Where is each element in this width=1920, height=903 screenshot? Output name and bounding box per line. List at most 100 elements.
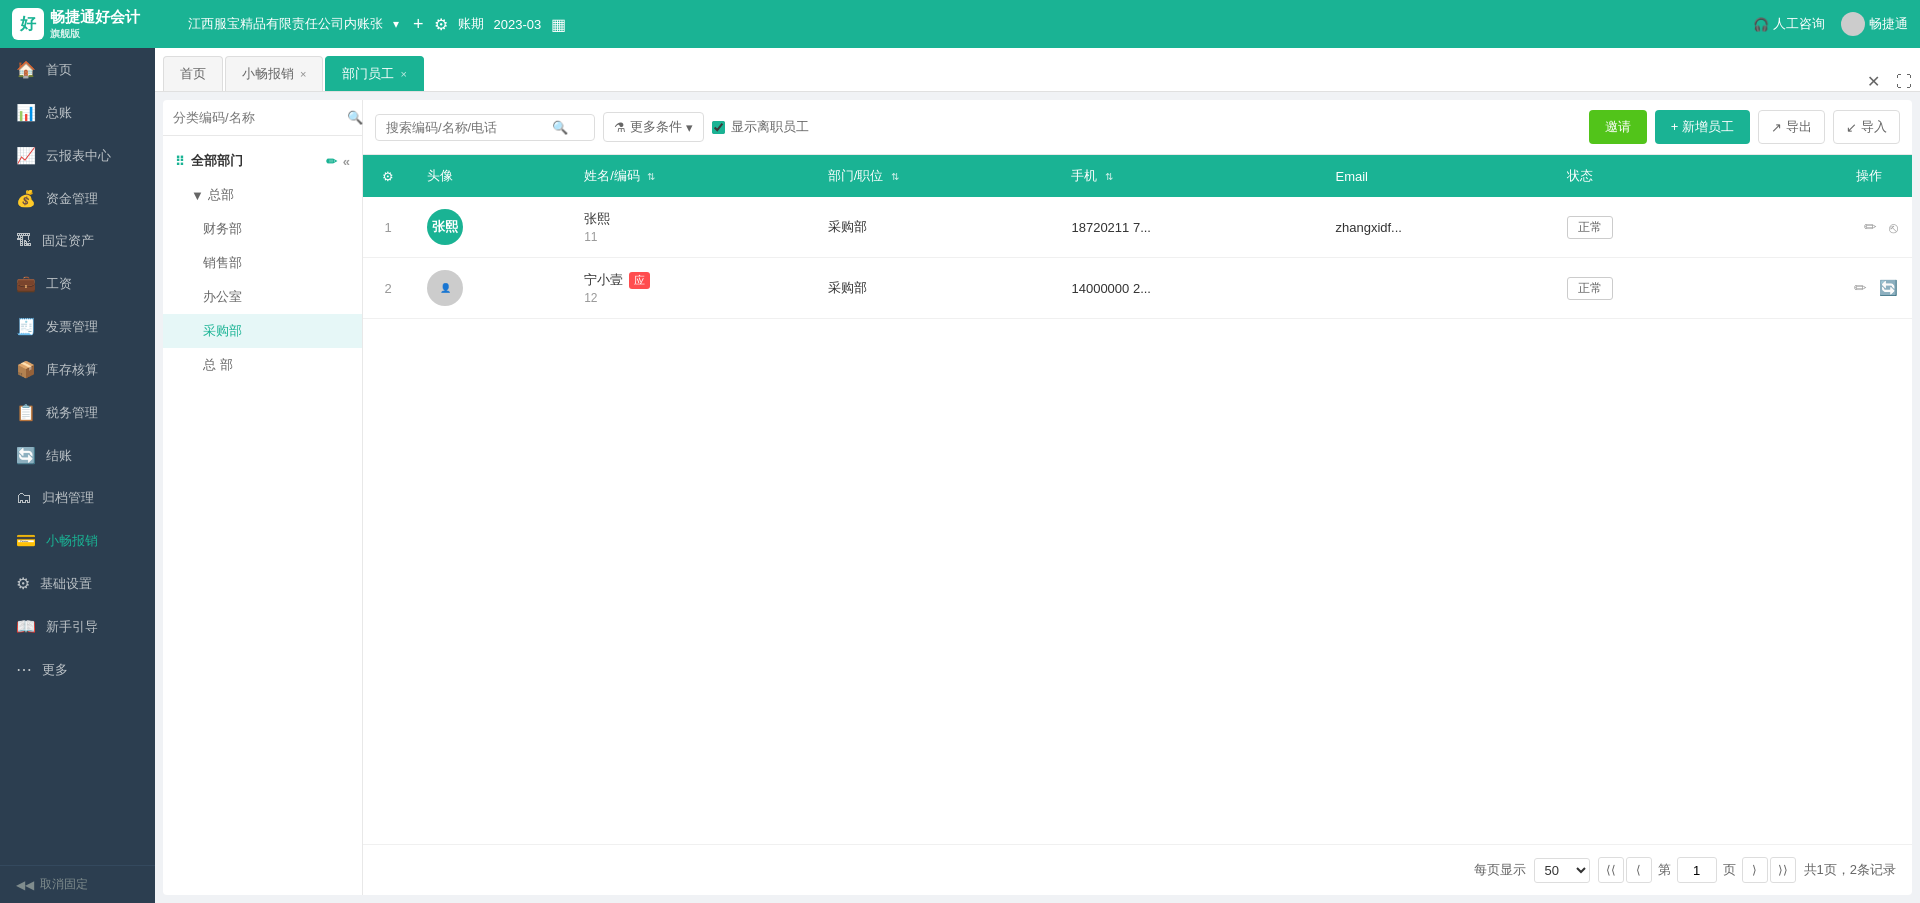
dept-tree-sales[interactable]: 销售部 bbox=[163, 246, 362, 280]
page-suffix: 页 bbox=[1723, 861, 1736, 879]
row2-badge: 应 bbox=[629, 272, 650, 289]
row1-dept-text: 采购部 bbox=[828, 219, 867, 234]
dept-tree-hq[interactable]: ▼ 总部 bbox=[163, 178, 362, 212]
export-label: 导出 bbox=[1786, 118, 1812, 136]
col-settings[interactable]: ⚙ bbox=[363, 155, 413, 197]
tabs-bar: 首页 小畅报销 × 部门员工 × ✕ ⛶ bbox=[155, 48, 1920, 92]
row1-edit-icon[interactable]: ✏ bbox=[1864, 218, 1877, 236]
import-button[interactable]: ↙ 导入 bbox=[1833, 110, 1900, 144]
tab-home[interactable]: 首页 bbox=[163, 56, 223, 91]
row1-action-icons: ✏ ⎋ bbox=[1749, 218, 1898, 236]
sidebar-item-tax[interactable]: 📋 税务管理 bbox=[0, 391, 155, 434]
dept-tree-purchase[interactable]: 采购部 bbox=[163, 314, 362, 348]
page-content: 🔍 ⠿ 全部部门 ✏ « ▼ 总部 财务部 bbox=[163, 100, 1912, 895]
filter-button[interactable]: ⚗ 更多条件 ▾ bbox=[603, 112, 704, 142]
row2-phone: 14000000 2... bbox=[1057, 258, 1321, 319]
tab-dept-employee[interactable]: 部门员工 × bbox=[325, 56, 423, 91]
row1-exit-icon[interactable]: ⎋ bbox=[1889, 219, 1898, 236]
row2-avatar-circle: 👤 bbox=[427, 270, 463, 306]
first-page-button[interactable]: ⟨⟨ bbox=[1598, 857, 1624, 883]
sidebar-item-archive[interactable]: 🗂 归档管理 bbox=[0, 477, 155, 519]
more-icon: ⋯ bbox=[16, 660, 32, 679]
row1-avatar-text: 张熙 bbox=[432, 218, 458, 236]
prev-page-button[interactable]: ⟨ bbox=[1626, 857, 1652, 883]
total-records-label: 共1页，2条记录 bbox=[1804, 861, 1896, 879]
dept-tree-office[interactable]: 办公室 bbox=[163, 280, 362, 314]
dept-tree-hq2[interactable]: 总 部 bbox=[163, 348, 362, 382]
tab-expense-report[interactable]: 小畅报销 × bbox=[225, 56, 323, 91]
tab-expense-close[interactable]: × bbox=[300, 68, 306, 80]
col-phone[interactable]: 手机 ⇅ bbox=[1057, 155, 1321, 197]
sidebar-item-close[interactable]: 🔄 结账 bbox=[0, 434, 155, 477]
sidebar-item-settings[interactable]: ⚙ 基础设置 bbox=[0, 562, 155, 605]
table-row: 2 👤 宁小壹 bbox=[363, 258, 1912, 319]
employee-search-icon[interactable]: 🔍 bbox=[552, 120, 568, 135]
col-name-code-label: 姓名/编码 bbox=[584, 168, 640, 183]
import-label: 导入 bbox=[1861, 118, 1887, 136]
employee-table: ⚙ 头像 姓名/编码 ⇅ 部门/职位 ⇅ bbox=[363, 155, 1912, 319]
sidebar-item-guide[interactable]: 📖 新手引导 bbox=[0, 605, 155, 648]
tabs-expand-icon[interactable]: ⛶ bbox=[1888, 73, 1920, 91]
employee-panel: 🔍 ⚗ 更多条件 ▾ 显示离职员工 邀请 + 新增员工 bbox=[363, 100, 1912, 895]
page-number-input[interactable] bbox=[1677, 857, 1717, 883]
ledger-icon: 📊 bbox=[16, 103, 36, 122]
row2-dept: 采购部 bbox=[814, 258, 1058, 319]
service-button[interactable]: 🎧 人工咨询 bbox=[1753, 15, 1825, 33]
table-header-row: ⚙ 头像 姓名/编码 ⇅ 部门/职位 ⇅ bbox=[363, 155, 1912, 197]
table-row: 1 张熙 张熙 11 bbox=[363, 197, 1912, 258]
sidebar-item-inventory[interactable]: 📦 库存核算 bbox=[0, 348, 155, 391]
sidebar: 🏠 首页 📊 总账 📈 云报表中心 💰 资金管理 🏗 固定资产 💼 工资 🧾 发… bbox=[0, 48, 155, 903]
sidebar-item-capital[interactable]: 💰 资金管理 bbox=[0, 177, 155, 220]
tab-dept-close[interactable]: × bbox=[400, 68, 406, 80]
show-resigned-text: 显示离职员工 bbox=[731, 118, 809, 136]
calendar-icon[interactable]: ▦ bbox=[551, 15, 566, 34]
row1-code: 11 bbox=[584, 230, 800, 244]
tabs-close-all-icon[interactable]: ✕ bbox=[1859, 72, 1888, 91]
employee-toolbar: 🔍 ⚗ 更多条件 ▾ 显示离职员工 邀请 + 新增员工 bbox=[363, 100, 1912, 155]
dept-search-input[interactable] bbox=[173, 110, 341, 125]
show-resigned-checkbox[interactable] bbox=[712, 121, 725, 134]
row1-phone: 18720211 7... bbox=[1057, 197, 1321, 258]
col-dept[interactable]: 部门/职位 ⇅ bbox=[814, 155, 1058, 197]
row2-edit-icon[interactable]: ✏ bbox=[1854, 279, 1867, 297]
invite-button[interactable]: 邀请 bbox=[1589, 110, 1647, 144]
user-menu[interactable]: 畅捷通 bbox=[1841, 12, 1908, 36]
sidebar-item-expense[interactable]: 💳 小畅报销 bbox=[0, 519, 155, 562]
sidebar-item-payroll[interactable]: 💼 工资 bbox=[0, 262, 155, 305]
per-page-select[interactable]: 50 10 20 100 bbox=[1534, 858, 1590, 883]
last-page-button[interactable]: ⟩⟩ bbox=[1770, 857, 1796, 883]
sidebar-label-payroll: 工资 bbox=[46, 275, 72, 293]
add-employee-button[interactable]: + 新增员工 bbox=[1655, 110, 1750, 144]
col-name-sort-icon: ⇅ bbox=[647, 171, 655, 182]
row2-delete-icon[interactable]: 🔄 bbox=[1879, 279, 1898, 297]
sidebar-label-ledger: 总账 bbox=[46, 104, 72, 122]
sidebar-label-archive: 归档管理 bbox=[42, 489, 94, 507]
dept-edit-icon[interactable]: ✏ bbox=[326, 154, 337, 169]
col-status: 状态 bbox=[1553, 155, 1735, 197]
show-resigned-label[interactable]: 显示离职员工 bbox=[712, 118, 809, 136]
settings-icon[interactable]: ⚙ bbox=[434, 15, 448, 34]
fixed-assets-icon: 🏗 bbox=[16, 232, 32, 250]
employee-search-input[interactable] bbox=[386, 120, 546, 135]
sidebar-item-fixed-assets[interactable]: 🏗 固定资产 bbox=[0, 220, 155, 262]
sidebar-item-more[interactable]: ⋯ 更多 bbox=[0, 648, 155, 691]
row2-name: 宁小壹 bbox=[584, 271, 623, 289]
row1-status-badge: 正常 bbox=[1567, 216, 1613, 239]
pin-sidebar-button[interactable]: ◀◀ 取消固定 bbox=[0, 865, 155, 903]
period-value: 2023-03 bbox=[494, 17, 542, 32]
row1-avatar-circle: 张熙 bbox=[427, 209, 463, 245]
all-dept-header[interactable]: ⠿ 全部部门 ✏ « bbox=[163, 144, 362, 178]
next-page-button[interactable]: ⟩ bbox=[1742, 857, 1768, 883]
dept-tree-finance[interactable]: 财务部 bbox=[163, 212, 362, 246]
dept-search-icon[interactable]: 🔍 bbox=[347, 110, 363, 125]
export-button[interactable]: ↗ 导出 bbox=[1758, 110, 1825, 144]
sidebar-item-ledger[interactable]: 📊 总账 bbox=[0, 91, 155, 134]
company-dropdown-icon[interactable]: ▾ bbox=[393, 17, 399, 31]
col-name-code[interactable]: 姓名/编码 ⇅ bbox=[570, 155, 814, 197]
sidebar-item-reports[interactable]: 📈 云报表中心 bbox=[0, 134, 155, 177]
add-company-icon[interactable]: + bbox=[413, 14, 424, 35]
dept-collapse-icon[interactable]: « bbox=[343, 154, 350, 169]
dept-panel: 🔍 ⠿ 全部部门 ✏ « ▼ 总部 财务部 bbox=[163, 100, 363, 895]
sidebar-item-invoice[interactable]: 🧾 发票管理 bbox=[0, 305, 155, 348]
sidebar-item-home[interactable]: 🏠 首页 bbox=[0, 48, 155, 91]
